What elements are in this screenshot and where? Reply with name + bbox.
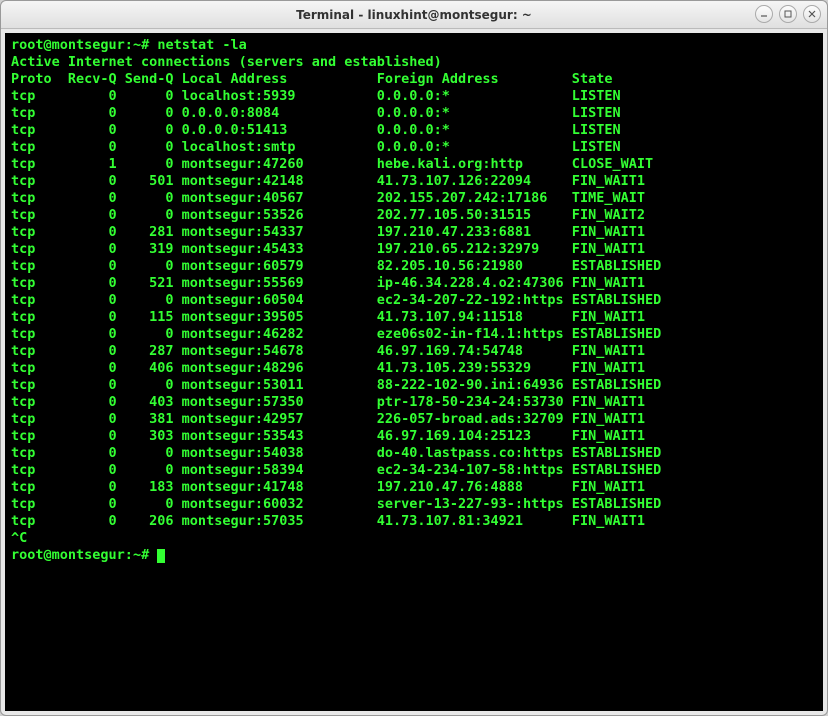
terminal-window: Terminal - linuxhint@montsegur: ~ root@m… (0, 0, 828, 716)
connection-row: tcp 0 0 montsegur:58394 ec2-34-234-107-5… (11, 462, 817, 479)
terminal-body[interactable]: root@montsegur:~# netstat -la Active Int… (5, 33, 823, 711)
connection-row: tcp 0 521 montsegur:55569 ip-46.34.228.4… (11, 275, 817, 292)
minimize-button[interactable] (755, 5, 773, 23)
window-controls (755, 5, 821, 23)
connection-row: tcp 0 0 localhost:5939 0.0.0.0:* LISTEN (11, 88, 817, 105)
command-text: netstat -la (157, 37, 246, 53)
connection-row: tcp 0 0 montsegur:54038 do-40.lastpass.c… (11, 445, 817, 462)
connection-row: tcp 0 0 montsegur:60032 server-13-227-93… (11, 496, 817, 513)
maximize-icon (784, 10, 792, 18)
connection-row: tcp 0 501 montsegur:42148 41.73.107.126:… (11, 173, 817, 190)
connection-row: tcp 1 0 montsegur:47260 hebe.kali.org:ht… (11, 156, 817, 173)
maximize-button[interactable] (779, 5, 797, 23)
close-icon (808, 10, 816, 18)
prompt-path: ~ (133, 547, 141, 563)
window-title: Terminal - linuxhint@montsegur: ~ (296, 8, 532, 22)
connection-row: tcp 0 319 montsegur:45433 197.210.65.212… (11, 241, 817, 258)
connection-row: tcp 0 0 montsegur:40567 202.155.207.242:… (11, 190, 817, 207)
connection-row: tcp 0 281 montsegur:54337 197.210.47.233… (11, 224, 817, 241)
prompt-path: ~ (133, 37, 141, 53)
column-header: Proto Recv-Q Send-Q Local Address Foreig… (11, 71, 817, 88)
header-line: Active Internet connections (servers and… (11, 54, 817, 71)
connection-row: tcp 0 381 montsegur:42957 226-057-broad.… (11, 411, 817, 428)
close-button[interactable] (803, 5, 821, 23)
connection-row: tcp 0 115 montsegur:39505 41.73.107.94:1… (11, 309, 817, 326)
connection-row: tcp 0 0 montsegur:53011 88-222-102-90.in… (11, 377, 817, 394)
connection-row: tcp 0 0 montsegur:60504 ec2-34-207-22-19… (11, 292, 817, 309)
connection-row: tcp 0 0 0.0.0.0:8084 0.0.0.0:* LISTEN (11, 105, 817, 122)
prompt-user-host: root@montsegur (11, 37, 125, 53)
connection-row: tcp 0 303 montsegur:53543 46.97.169.104:… (11, 428, 817, 445)
prompt-symbol: # (141, 547, 149, 563)
connection-row: tcp 0 0 montsegur:53526 202.77.105.50:31… (11, 207, 817, 224)
connection-row: tcp 0 403 montsegur:57350 ptr-178-50-234… (11, 394, 817, 411)
interrupt-line: ^C (11, 530, 817, 547)
prompt-user-host: root@montsegur (11, 547, 125, 563)
connection-row: tcp 0 183 montsegur:41748 197.210.47.76:… (11, 479, 817, 496)
connection-row: tcp 0 206 montsegur:57035 41.73.107.81:3… (11, 513, 817, 530)
connection-row: tcp 0 0 montsegur:46282 eze06s02-in-f14.… (11, 326, 817, 343)
cursor (157, 549, 165, 563)
minimize-icon (760, 10, 768, 18)
prompt-symbol: # (141, 37, 149, 53)
connection-row: tcp 0 287 montsegur:54678 46.97.169.74:5… (11, 343, 817, 360)
titlebar[interactable]: Terminal - linuxhint@montsegur: ~ (1, 1, 827, 29)
connection-row: tcp 0 0 montsegur:60579 82.205.10.56:219… (11, 258, 817, 275)
connection-rows: tcp 0 0 localhost:5939 0.0.0.0:* LISTENt… (11, 88, 817, 530)
prompt-line: root@montsegur:~# netstat -la (11, 37, 817, 54)
connection-row: tcp 0 0 0.0.0.0:51413 0.0.0.0:* LISTEN (11, 122, 817, 139)
connection-row: tcp 0 0 localhost:smtp 0.0.0.0:* LISTEN (11, 139, 817, 156)
prompt-line-2: root@montsegur:~# (11, 547, 817, 564)
connection-row: tcp 0 406 montsegur:48296 41.73.105.239:… (11, 360, 817, 377)
